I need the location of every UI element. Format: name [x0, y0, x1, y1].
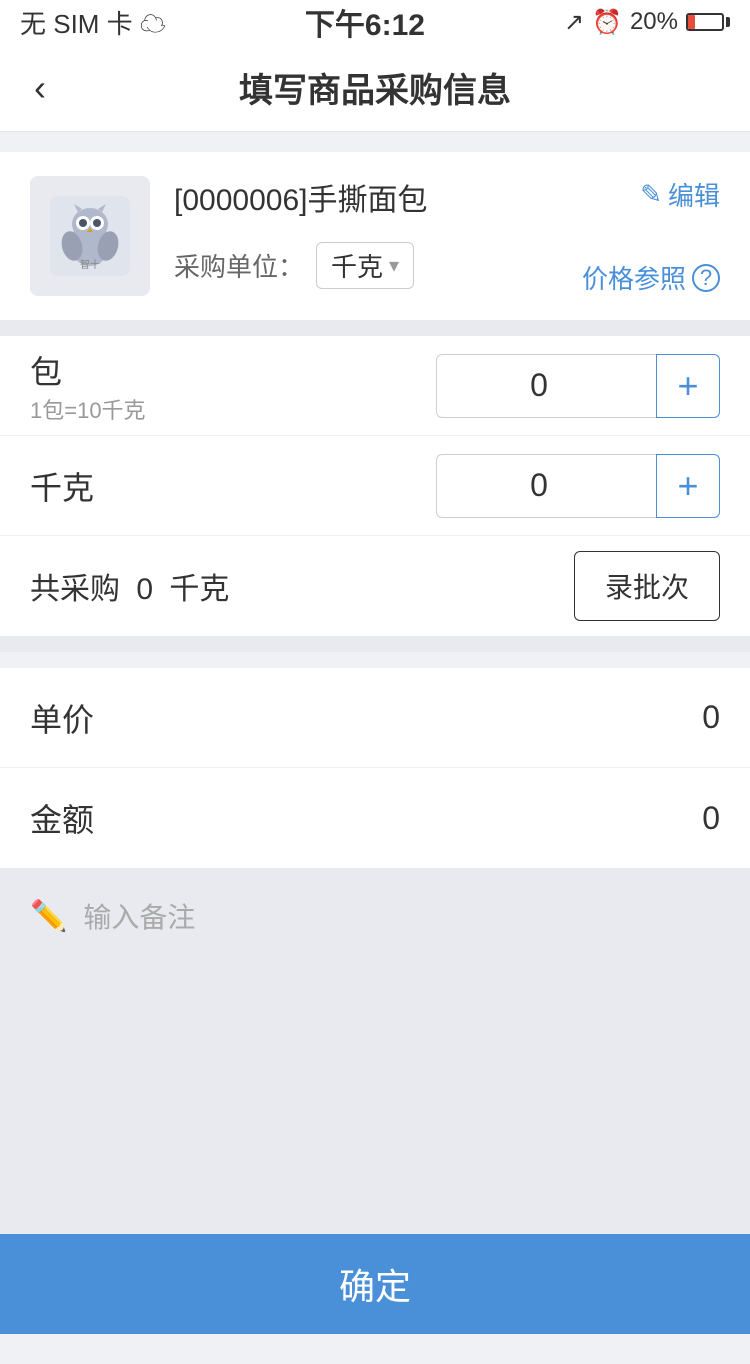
bao-sub-label: 1包=10千克 [30, 393, 150, 425]
total-row: 共采购 0 千克 录批次 [0, 536, 750, 636]
footer-spacer [0, 964, 750, 1264]
amount-label: 金额 [30, 795, 94, 841]
edit-button[interactable]: ✎ 编辑 [640, 176, 720, 213]
help-icon: ? [692, 264, 720, 292]
total-unit: 千克 [169, 573, 229, 606]
total-amount: 0 [136, 573, 153, 606]
price-ref-label: 价格参照 [582, 259, 686, 296]
unit-price-value: 0 [702, 699, 720, 736]
total-prefix: 共采购 [30, 573, 120, 606]
edit-icon: ✎ [640, 179, 662, 210]
total-text: 共采购 0 千克 [30, 564, 229, 608]
page-title: 填写商品采购信息 [239, 63, 511, 112]
alarm-icon: ⏰ [592, 8, 622, 37]
location-icon: ↗ [564, 8, 584, 37]
pencil-icon: ✏️ [30, 899, 67, 934]
note-placeholder: 输入备注 [83, 896, 195, 936]
product-logo: 智十 [50, 196, 130, 276]
input-section: 包 1包=10千克 + 千克 + [0, 336, 750, 536]
confirm-button[interactable]: 确定 [0, 1234, 750, 1334]
status-time: 下午6:12 [305, 0, 425, 44]
unit-price-label: 单价 [30, 695, 94, 741]
kg-plus-button[interactable]: + [656, 454, 720, 518]
unit-select[interactable]: 千克 ▾ [316, 242, 414, 289]
input-row-bao: 包 1包=10千克 + [0, 336, 750, 436]
unit-price-row: 单价 0 [0, 668, 750, 768]
bao-label-wrap: 包 1包=10千克 [30, 347, 150, 425]
back-button[interactable]: ‹ [24, 57, 56, 119]
amount-row: 金额 0 [0, 768, 750, 868]
note-section[interactable]: ✏️ 输入备注 [0, 868, 750, 964]
unit-label: 采购单位： [174, 247, 304, 284]
edit-label: 编辑 [668, 176, 720, 213]
section-divider-2 [0, 636, 750, 652]
input-row-kg: 千克 + [0, 436, 750, 536]
kg-input[interactable] [436, 454, 656, 518]
price-ref-button[interactable]: 价格参照 ? [582, 259, 720, 296]
status-left: 无 SIM 卡 ☁ [20, 4, 166, 41]
section-divider-1 [0, 320, 750, 336]
bao-input-wrap: + [436, 354, 720, 418]
product-card: 智十 [0000006]手撕面包 采购单位： 千克 ▾ ✎ 编辑 价格参照 [0, 152, 750, 320]
unit-value: 千克 [331, 247, 383, 284]
status-bar: 无 SIM 卡 ☁ 下午6:12 ↗ ⏰ 20% [0, 0, 750, 44]
bao-plus-button[interactable]: + [656, 354, 720, 418]
kg-label-wrap: 千克 [30, 463, 150, 509]
product-image: 智十 [30, 176, 150, 296]
status-right: ↗ ⏰ 20% [564, 8, 730, 37]
battery-indicator [686, 13, 730, 31]
bao-main-label: 包 [30, 347, 150, 393]
kg-input-wrap: + [436, 454, 720, 518]
dropdown-arrow-icon: ▾ [389, 253, 399, 278]
product-name: [0000006]手撕面包 [174, 180, 720, 222]
sim-status: 无 SIM 卡 ☁ [20, 4, 166, 41]
price-section: 单价 0 金额 0 [0, 668, 750, 868]
record-batch-button[interactable]: 录批次 [574, 551, 720, 621]
amount-value: 0 [702, 800, 720, 837]
battery-percent: 20% [630, 8, 678, 36]
nav-bar: ‹ 填写商品采购信息 [0, 44, 750, 132]
bao-input[interactable] [436, 354, 656, 418]
svg-text:智十: 智十 [80, 258, 100, 271]
kg-main-label: 千克 [30, 463, 150, 509]
